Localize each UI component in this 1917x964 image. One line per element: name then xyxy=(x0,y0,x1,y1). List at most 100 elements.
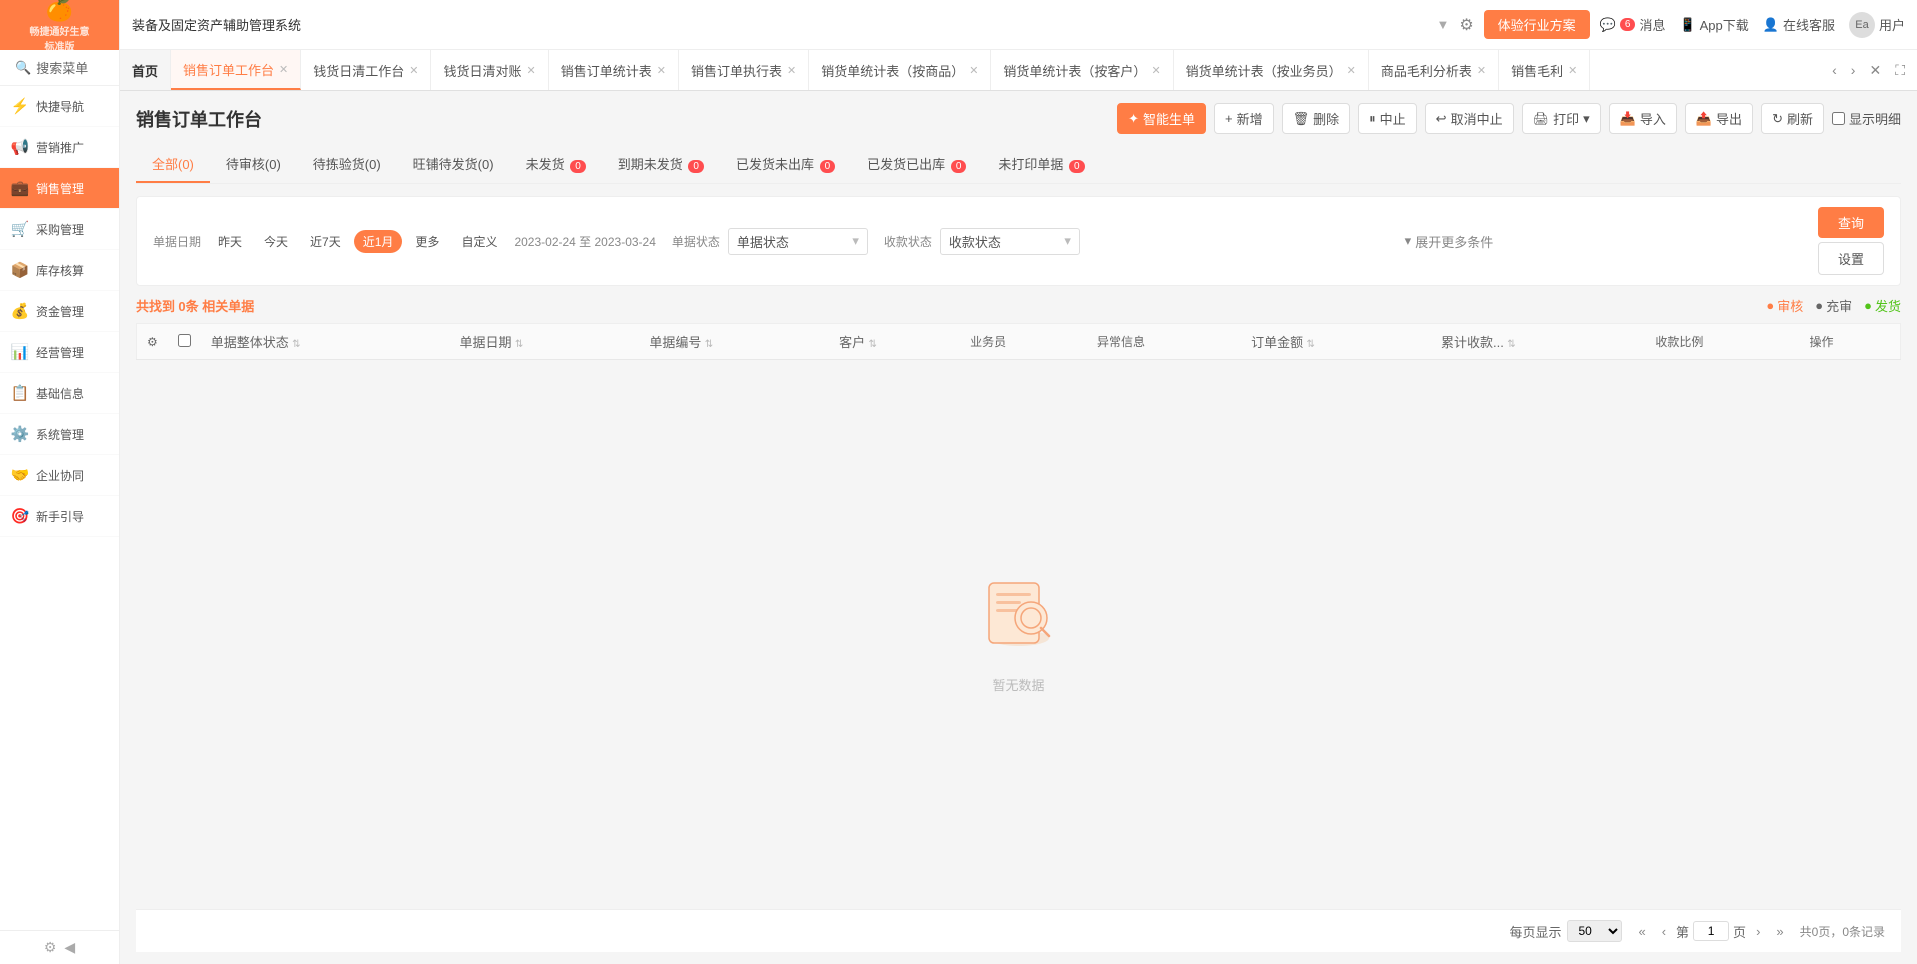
col-accumulated-header[interactable]: 累计收款... ⇅ xyxy=(1431,324,1645,360)
page-suffix: 页 xyxy=(1733,922,1746,941)
sidebar-item-base-info[interactable]: 📋 基础信息 xyxy=(0,373,119,414)
col-customer-header[interactable]: 客户 ⇅ xyxy=(829,324,960,360)
expand-button[interactable]: ▾ 展开更多条件 xyxy=(1405,232,1494,251)
query-button[interactable]: 查询 xyxy=(1818,207,1884,238)
tab-close-icon[interactable]: ✕ xyxy=(1568,64,1577,77)
tab-close-icon[interactable]: ✕ xyxy=(657,64,666,77)
prev-page-button[interactable]: ‹ xyxy=(1656,922,1672,941)
filter-tag-more[interactable]: 更多 xyxy=(406,230,448,253)
set-button[interactable]: 设置 xyxy=(1818,242,1884,275)
batch-audit-button[interactable]: ● 审核 xyxy=(1766,296,1803,315)
cancel-pause-button[interactable]: ↩ 取消中止 xyxy=(1425,103,1514,134)
tab-home[interactable]: 首页 xyxy=(120,50,171,90)
export-button[interactable]: 📤 导出 xyxy=(1685,103,1753,134)
tab-sales-exec[interactable]: 销售订单执行表 ✕ xyxy=(679,50,809,90)
tab-sales-order-workbench[interactable]: 销售订单工作台 ✕ xyxy=(171,50,301,90)
tab-close-all-icon[interactable]: ✕ xyxy=(1865,60,1885,81)
filter-tag-today[interactable]: 今天 xyxy=(255,230,297,253)
page-input[interactable] xyxy=(1693,921,1729,941)
tab-close-icon[interactable]: ✕ xyxy=(527,64,536,77)
settings-icon[interactable]: ⚙ xyxy=(44,939,57,956)
status-select[interactable]: 单据状态 ▾ xyxy=(728,228,868,255)
online-service-button[interactable]: 👤 在线客服 xyxy=(1763,15,1835,34)
tab-sales-by-staff[interactable]: 销货单统计表（按业务员） ✕ xyxy=(1174,50,1369,90)
next-page-button[interactable]: › xyxy=(1750,922,1766,941)
sidebar-item-sales[interactable]: 💼 销售管理 xyxy=(0,168,119,209)
sidebar-item-marketing[interactable]: 📢 营销推广 xyxy=(0,127,119,168)
filter-tag-yesterday[interactable]: 昨天 xyxy=(209,230,251,253)
sub-tab-all[interactable]: 全部(0) xyxy=(136,146,210,183)
tab-close-icon[interactable]: ✕ xyxy=(787,64,796,77)
sub-tab-pending-inspect-label: 待拣验货(0) xyxy=(313,157,381,172)
show-detail-checkbox[interactable]: 显示明细 xyxy=(1832,109,1901,128)
empty-icon xyxy=(969,563,1069,663)
tab-close-icon[interactable]: ✕ xyxy=(1151,64,1160,77)
sidebar-item-finance[interactable]: 💰 资金管理 xyxy=(0,291,119,332)
sidebar-item-enterprise[interactable]: 🤝 企业协同 xyxy=(0,455,119,496)
tab-sales-by-customer[interactable]: 销货单统计表（按客户） ✕ xyxy=(991,50,1173,90)
sidebar-item-purchase[interactable]: 🛒 采购管理 xyxy=(0,209,119,250)
tab-close-icon[interactable]: ✕ xyxy=(409,64,418,77)
sub-tab-pending-inspect[interactable]: 待拣验货(0) xyxy=(297,146,397,183)
tab-cash-reconcile[interactable]: 钱货日清对账 ✕ xyxy=(431,50,548,90)
tab-close-icon[interactable]: ✕ xyxy=(1477,64,1486,77)
sub-tab-sent-not-out[interactable]: 已发货未出库 0 xyxy=(720,146,851,183)
sidebar-item-system[interactable]: ⚙️ 系统管理 xyxy=(0,414,119,455)
sub-tab-pending-audit[interactable]: 待审核(0) xyxy=(210,146,297,183)
pause-button[interactable]: ⏸ 中止 xyxy=(1358,103,1417,134)
tab-scroll-right-icon[interactable]: › xyxy=(1847,60,1860,80)
delete-button[interactable]: 🗑 删除 xyxy=(1282,103,1351,134)
select-all-checkbox[interactable] xyxy=(178,334,191,347)
filter-tag-7days[interactable]: 近7天 xyxy=(301,230,350,253)
sidebar-item-inventory[interactable]: 📦 库存核算 xyxy=(0,250,119,291)
sidebar-item-operations[interactable]: 📊 经营管理 xyxy=(0,332,119,373)
tab-sales-stats[interactable]: 销售订单统计表 ✕ xyxy=(549,50,679,90)
tab-gross-profit[interactable]: 商品毛利分析表 ✕ xyxy=(1369,50,1499,90)
topbar-settings-icon[interactable]: ⚙ xyxy=(1459,15,1473,35)
filter-tag-1month[interactable]: 近1月 xyxy=(354,230,403,253)
col-date-header[interactable]: 单据日期 ⇅ xyxy=(450,324,640,360)
filter-tag-custom[interactable]: 自定义 xyxy=(452,230,506,253)
sub-tab-wangpu[interactable]: 旺铺待发货(0) xyxy=(397,146,510,183)
batch-send-button[interactable]: ● 发货 xyxy=(1864,296,1901,315)
first-page-button[interactable]: « xyxy=(1632,922,1651,941)
refresh-button[interactable]: ↻ 刷新 xyxy=(1761,103,1824,134)
sidebar-search[interactable]: 🔍 搜索菜单 xyxy=(0,50,119,86)
sidebar-item-guide[interactable]: 🎯 新手引导 xyxy=(0,496,119,537)
col-settings-header[interactable]: ⚙ xyxy=(137,324,168,360)
tab-scroll-left-icon[interactable]: ‹ xyxy=(1828,60,1841,80)
tab-maximize-icon[interactable]: ⛶ xyxy=(1891,60,1909,81)
payment-select[interactable]: 收款状态 ▾ xyxy=(940,228,1080,255)
show-detail-input[interactable] xyxy=(1832,112,1845,125)
col-amount-header[interactable]: 订单金额 ⇅ xyxy=(1241,324,1431,360)
last-page-button[interactable]: » xyxy=(1770,922,1789,941)
smart-create-button[interactable]: ✦ 智能生单 xyxy=(1117,103,1206,134)
col-status-header[interactable]: 单据整体状态 ⇅ xyxy=(201,324,450,360)
batch-revoke-button[interactable]: ● 充审 xyxy=(1815,296,1852,315)
sub-tab-overdue-unsent[interactable]: 到期未发货 0 xyxy=(602,146,720,183)
user-menu[interactable]: Ea 用户 xyxy=(1849,12,1905,38)
tab-cash-daily[interactable]: 钱货日清工作台 ✕ xyxy=(301,50,431,90)
tab-sales-by-product[interactable]: 销货单统计表（按商品） ✕ xyxy=(809,50,991,90)
horizontal-scrollbar[interactable] xyxy=(136,897,1901,909)
message-button[interactable]: 💬 6 消息 xyxy=(1600,15,1666,34)
sub-tab-unsent[interactable]: 未发货 0 xyxy=(510,146,602,183)
tab-sales-profit[interactable]: 销售毛利 ✕ xyxy=(1499,50,1590,90)
import-button[interactable]: 📥 导入 xyxy=(1609,103,1677,134)
collapse-icon[interactable]: ◀ xyxy=(64,939,75,956)
tab-close-icon[interactable]: ✕ xyxy=(1347,64,1356,77)
col-number-header[interactable]: 单据编号 ⇅ xyxy=(639,324,829,360)
sub-tab-unprinted[interactable]: 未打印单据 0 xyxy=(982,146,1100,183)
tab-close-icon[interactable]: ✕ xyxy=(969,64,978,77)
topbar-dropdown-icon[interactable]: ▼ xyxy=(1436,17,1449,32)
print-button[interactable]: 🖨 打印 ▾ xyxy=(1522,103,1601,134)
app-download-button[interactable]: 📱 App下载 xyxy=(1679,15,1748,34)
per-page-select[interactable]: 10 20 50 100 xyxy=(1567,920,1622,942)
add-button[interactable]: + 新增 xyxy=(1214,103,1274,134)
sub-tab-sent-out[interactable]: 已发货已出库 0 xyxy=(851,146,982,183)
sidebar-item-quick-nav[interactable]: ⚡ 快捷导航 xyxy=(0,86,119,127)
tab-close-icon[interactable]: ✕ xyxy=(279,63,288,76)
search-icon: 🔍 xyxy=(15,60,31,76)
solution-button[interactable]: 体验行业方案 xyxy=(1484,10,1590,39)
col-checkbox-header[interactable] xyxy=(168,324,201,360)
